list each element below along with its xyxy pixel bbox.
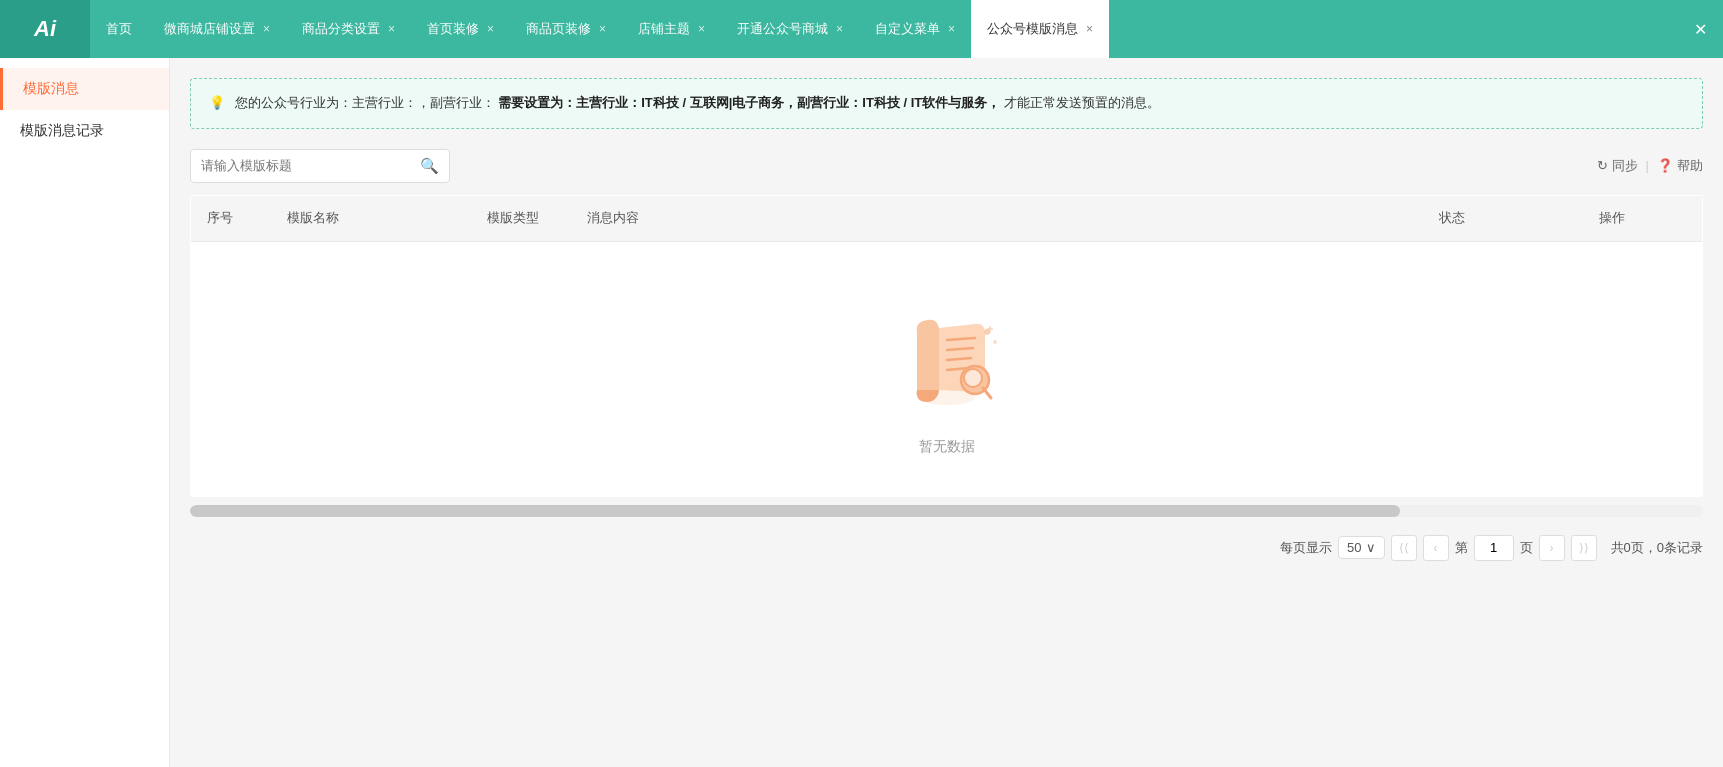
nav-tab-custom-menu[interactable]: 自定义菜单 × [859,0,971,58]
logo: Ai [0,0,90,58]
tab-close-icon[interactable]: × [599,22,606,36]
nav-tab-wshop-settings[interactable]: 微商城店铺设置 × [148,0,286,58]
page-size-select[interactable]: 50 ∨ [1338,536,1384,559]
main-layout: 模版消息模版消息记录 💡 您的公众号行业为：主营行业：，副营行业： 需要设置为：… [0,58,1723,767]
sync-icon: ↻ [1597,158,1608,173]
empty-row: 暂无数据 [191,241,1703,496]
toolbar-right: ↻ 同步 | ❓ 帮助 [1597,157,1703,175]
empty-illustration [887,302,1007,422]
last-page-button[interactable]: ⟩⟩ [1571,535,1597,561]
nav-tab-label: 公众号模版消息 [987,20,1078,38]
nav-tab-label: 微商城店铺设置 [164,20,255,38]
search-input[interactable] [201,158,420,173]
content-area: 💡 您的公众号行业为：主营行业：，副营行业： 需要设置为：主营行业：IT科技 /… [170,58,1723,767]
search-bar: 🔍 ↻ 同步 | ❓ 帮助 [190,149,1703,183]
nav-tab-home-decor[interactable]: 首页装修 × [411,0,510,58]
search-input-wrap: 🔍 [190,149,450,183]
search-icon[interactable]: 🔍 [420,157,439,175]
help-label: 帮助 [1677,157,1703,175]
notice-box: 💡 您的公众号行业为：主营行业：，副营行业： 需要设置为：主营行业：IT科技 /… [190,78,1703,129]
nav-tab-open-wechat-shop[interactable]: 开通公众号商城 × [721,0,859,58]
nav-tab-label: 店铺主题 [638,20,690,38]
sidebar-item-template-message-record[interactable]: 模版消息记录 [0,110,169,152]
first-page-button[interactable]: ⟨⟨ [1391,535,1417,561]
scrollbar-thumb[interactable] [190,505,1400,517]
nav-tab-label: 首页 [106,20,132,38]
page-label-after: 页 [1520,539,1533,557]
page-label-before: 第 [1455,539,1468,557]
pagination: 每页显示 50 ∨ ⟨⟨ ‹ 第 页 › ⟩⟩ 共0页，0条记录 [190,525,1703,565]
nav-tabs: 首页微商城店铺设置 ×商品分类设置 ×首页装修 ×商品页装修 ×店铺主题 ×开通… [90,0,1678,58]
sync-button[interactable]: ↻ 同步 [1597,157,1638,175]
sidebar: 模版消息模版消息记录 [0,58,170,767]
table-header-content: 消息内容 [571,195,1423,241]
data-table: 序号模版名称模版类型消息内容状态操作 [190,195,1703,497]
tab-close-icon[interactable]: × [263,22,270,36]
top-nav: Ai 首页微商城店铺设置 ×商品分类设置 ×首页装修 ×商品页装修 ×店铺主题 … [0,0,1723,58]
svg-point-6 [964,369,982,387]
nav-tab-product-decor[interactable]: 商品页装修 × [510,0,622,58]
table-header-name: 模版名称 [271,195,471,241]
nav-tab-label: 商品分类设置 [302,20,380,38]
chevron-down-icon: ∨ [1366,540,1376,555]
tab-close-icon[interactable]: × [698,22,705,36]
help-button[interactable]: ❓ 帮助 [1657,157,1703,175]
table-body: 暂无数据 [191,241,1703,496]
horizontal-scrollbar[interactable] [190,505,1703,517]
table-header-type: 模版类型 [471,195,571,241]
nav-tab-template-msg[interactable]: 公众号模版消息 × [971,0,1109,58]
current-page-input[interactable] [1474,535,1514,561]
table-header-action: 操作 [1583,195,1703,241]
nav-tab-label: 自定义菜单 [875,20,940,38]
svg-point-9 [993,340,997,344]
nav-tab-category-settings[interactable]: 商品分类设置 × [286,0,411,58]
tab-close-icon[interactable]: × [388,22,395,36]
nav-tab-label: 商品页装修 [526,20,591,38]
divider: | [1646,158,1649,173]
next-page-button[interactable]: › [1539,535,1565,561]
nav-tab-label: 首页装修 [427,20,479,38]
empty-text: 暂无数据 [919,438,975,456]
tab-close-icon[interactable]: × [836,22,843,36]
notice-suffix: 才能正常发送预置的消息。 [1004,95,1160,110]
prev-page-button[interactable]: ‹ [1423,535,1449,561]
table-header-status: 状态 [1423,195,1583,241]
sync-label: 同步 [1612,157,1638,175]
tab-close-icon[interactable]: × [948,22,955,36]
page-total: 共0页，0条记录 [1611,539,1703,557]
close-all-button[interactable]: ✕ [1678,0,1723,58]
table-header-seq: 序号 [191,195,271,241]
notice-highlight: 需要设置为：主营行业：IT科技 / 互联网|电子商务，副营行业：IT科技 / I… [498,95,1000,110]
nav-tab-label: 开通公众号商城 [737,20,828,38]
nav-tab-home[interactable]: 首页 [90,0,148,58]
notice-prefix: 您的公众号行业为：主营行业：，副营行业： [235,95,495,110]
sidebar-item-template-message[interactable]: 模版消息 [0,68,169,110]
nav-tab-shop-theme[interactable]: 店铺主题 × [622,0,721,58]
tab-close-icon[interactable]: × [1086,22,1093,36]
table-header-row: 序号模版名称模版类型消息内容状态操作 [191,195,1703,241]
help-icon: ❓ [1657,158,1673,173]
empty-state: 暂无数据 [191,242,1702,496]
table-head: 序号模版名称模版类型消息内容状态操作 [191,195,1703,241]
svg-point-8 [984,329,990,335]
tab-close-icon[interactable]: × [487,22,494,36]
svg-line-7 [983,388,991,398]
bulb-icon: 💡 [209,95,225,110]
page-size-value: 50 [1347,540,1361,555]
page-size-label: 每页显示 [1280,539,1332,557]
